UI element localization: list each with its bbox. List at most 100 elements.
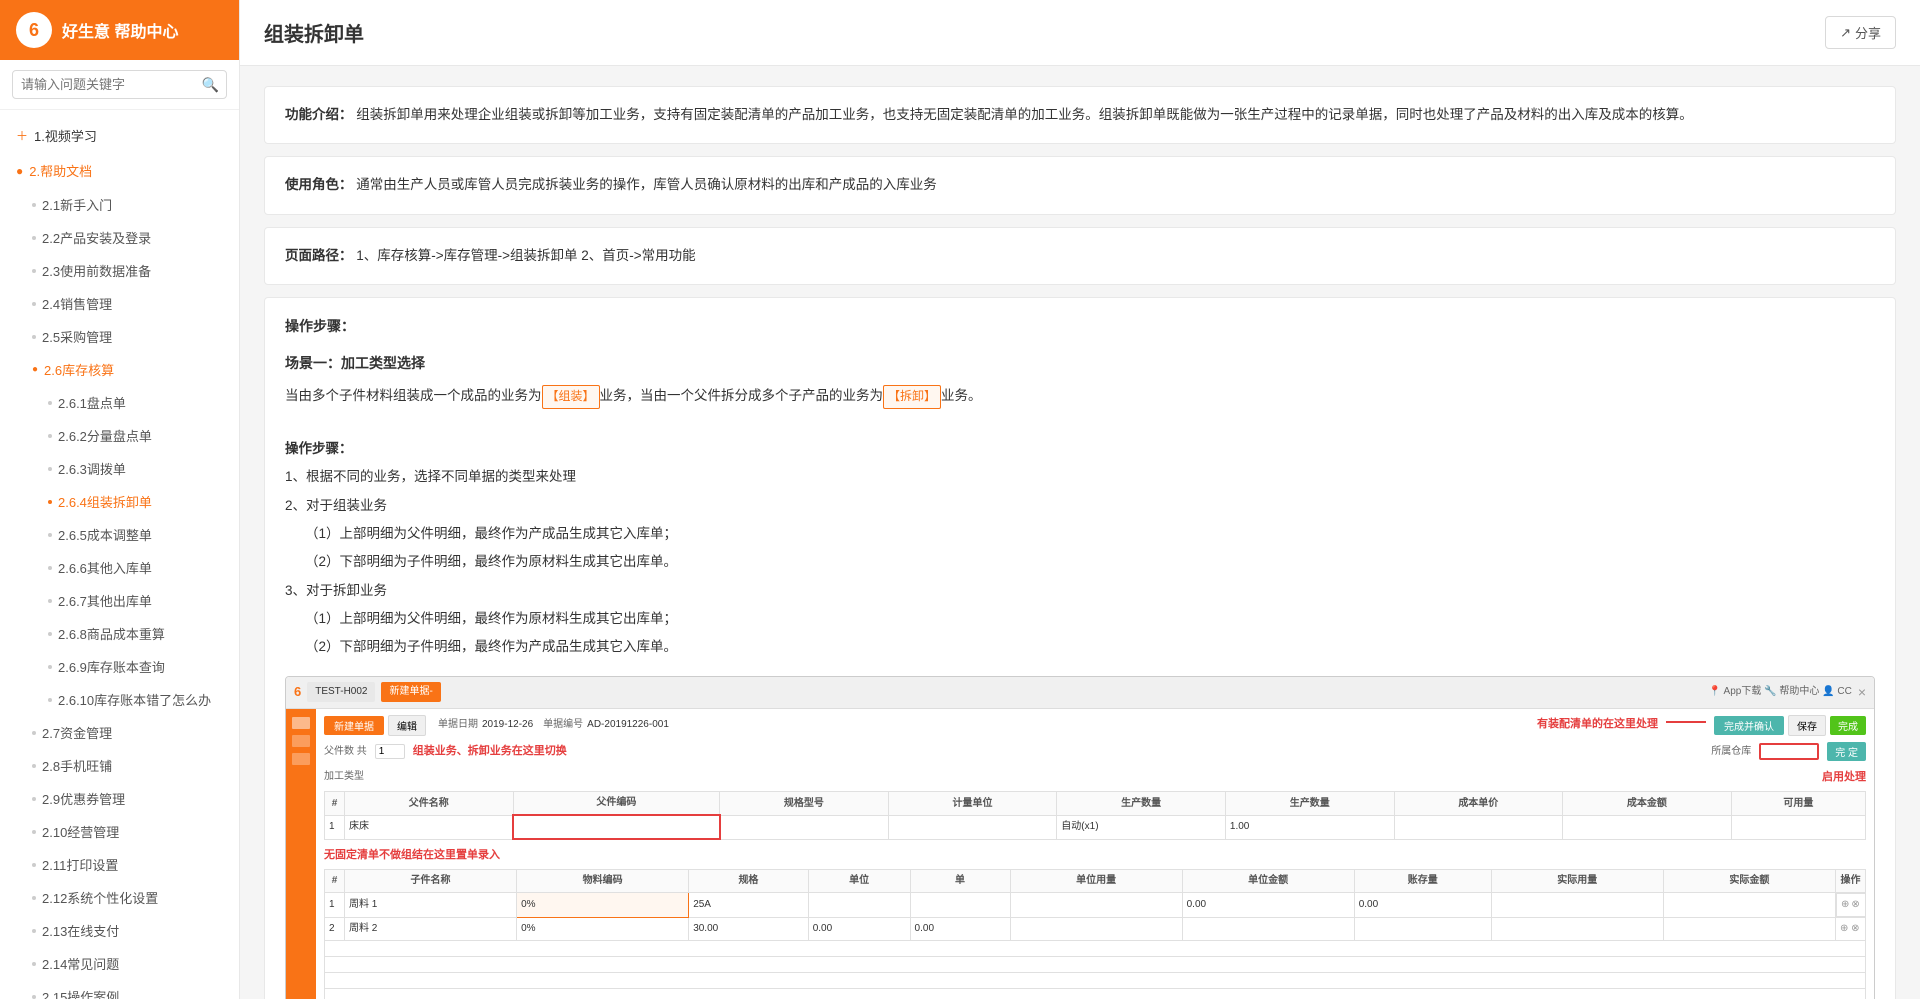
nav-sub-label-2-12: 2.12系统个性化设置	[42, 888, 158, 907]
sidebar-item-2-11[interactable]: 2.11打印设置	[0, 848, 239, 881]
sidebar-item-2-6[interactable]: ● 2.6库存核算	[0, 353, 239, 386]
mock-btn-complete[interactable]: 完成	[1830, 716, 1866, 735]
sidebar: 6 好生意 帮助中心 🔍 ＋ 1.视频学习 ● 2.帮助文档 2.1新手入门	[0, 0, 240, 999]
nav-item-video[interactable]: ＋ 1.视频学习	[0, 118, 239, 153]
nav-sub-label-2-11: 2.11打印设置	[42, 855, 118, 874]
sidebar-item-2-15[interactable]: 2.15操作案例	[0, 980, 239, 999]
sidebar-item-2-6-7[interactable]: 2.6.7其他出库单	[0, 584, 239, 617]
nav-label-2: 2.帮助文档	[29, 161, 92, 180]
nav-sub-label-2-9: 2.9优惠券管理	[42, 789, 125, 808]
sidebar-item-2-6-2[interactable]: 2.6.2分量盘点单	[0, 419, 239, 452]
mock-td2-2-6: 0.00	[910, 917, 1010, 940]
mock-btn-save[interactable]: 保存	[1788, 715, 1826, 736]
sidebar-item-2-9[interactable]: 2.9优惠券管理	[0, 782, 239, 815]
sidebar-item-2-2[interactable]: 2.2产品安装及登录	[0, 221, 239, 254]
sidebar-item-2-12[interactable]: 2.12系统个性化设置	[0, 881, 239, 914]
mock-btn-add[interactable]: 新建单据	[324, 716, 384, 735]
nav-sub-label-2-6-5: 2.6.5成本调整单	[58, 525, 152, 544]
path-label: 页面路径：	[285, 248, 353, 263]
logo-icon: 6	[16, 12, 52, 48]
sidebar-item-2-14[interactable]: 2.14常见问题	[0, 947, 239, 980]
nav-sub-label-2-4: 2.4销售管理	[42, 294, 112, 313]
dot-icon	[32, 995, 36, 999]
mock-th-avail: 可用量	[1731, 792, 1865, 816]
mock-copy-icon[interactable]: ⊕	[1841, 896, 1849, 914]
sidebar-item-2-1[interactable]: 2.1新手入门	[0, 188, 239, 221]
nav-sub-label-2-2: 2.2产品安装及登录	[42, 228, 151, 247]
search-input[interactable]	[12, 70, 227, 99]
mock-nav-icon-3	[292, 753, 310, 765]
sidebar-item-2-8[interactable]: 2.8手机旺铺	[0, 749, 239, 782]
nav-sub-label-2-13: 2.13在线支付	[42, 921, 119, 940]
sidebar-item-2-5[interactable]: 2.5采购管理	[0, 320, 239, 353]
nav-sub-label-2-6-7: 2.6.7其他出库单	[58, 591, 152, 610]
mock-th2-code: 物料编码	[517, 869, 689, 892]
sidebar-item-2-3[interactable]: 2.3使用前数据准备	[0, 254, 239, 287]
share-button[interactable]: ↗ 分享	[1825, 16, 1896, 49]
role-label: 使用角色：	[285, 177, 353, 192]
mock-table2-row4	[325, 956, 1866, 972]
share-icon: ↗	[1840, 25, 1851, 41]
sidebar-item-2-4[interactable]: 2.4销售管理	[0, 287, 239, 320]
nav-sub-label-2-6-9: 2.6.9库存账本查询	[58, 657, 165, 676]
mock-th-spec: 规格型号	[720, 792, 889, 816]
mock-btn-edit[interactable]: 编辑	[388, 715, 426, 736]
mock-warehouse-input[interactable]	[1759, 743, 1819, 760]
sidebar-item-2-6-10[interactable]: 2.6.10库存账本错了怎么办	[0, 683, 239, 716]
mock-td2-2-4: 30.00	[689, 917, 809, 940]
sidebar-item-2-7[interactable]: 2.7资金管理	[0, 716, 239, 749]
mock-table2: # 子件名称 物料编码 规格 单位 单 单位用量 单位金额	[324, 869, 1866, 999]
mock-del-icon[interactable]: ⊗	[1851, 896, 1859, 914]
main-content: 功能介绍： 组装拆卸单用来处理企业组装或拆卸等加工业务，支持有固定装配清单的产品…	[240, 66, 1920, 999]
mock-th2-u1: 单	[910, 869, 1010, 892]
mock-td2-2-11	[1663, 917, 1835, 940]
mock-type-label: 加工类型	[324, 768, 364, 788]
mock-th2-num: #	[325, 869, 345, 892]
nav-sub-label-2-6-1: 2.6.1盘点单	[58, 393, 126, 412]
dot-icon	[48, 533, 52, 537]
mock-td2-2-9	[1354, 917, 1491, 940]
dot-icon	[48, 401, 52, 405]
step2-2: （2）下部明细为子件明细，最终作为原材料生成其它出库单。	[285, 550, 1875, 574]
sidebar-item-2-13[interactable]: 2.13在线支付	[0, 914, 239, 947]
mock-th-name: 父件名称	[345, 792, 514, 816]
annotation-wrap: 无固定清单不做组结在这里置单录入	[324, 842, 1866, 866]
dot-icon-active	[48, 500, 52, 504]
sidebar-item-2-10[interactable]: 2.10经营管理	[0, 815, 239, 848]
mock-td2-1-5	[808, 892, 910, 917]
mock-warehouse-label: 所属仓库	[1711, 743, 1751, 761]
sidebar-item-2-6-1[interactable]: 2.6.1盘点单	[0, 386, 239, 419]
mock-btn-confirm[interactable]: 完成并确认	[1714, 716, 1784, 735]
sidebar-item-2-6-4[interactable]: 2.6.4组装拆卸单	[0, 485, 239, 518]
mock-input-code[interactable]	[518, 821, 568, 832]
mock-td2-1-9: 0.00	[1354, 892, 1491, 917]
dot-icon	[48, 566, 52, 570]
mock-count-input[interactable]	[375, 744, 405, 759]
sidebar-item-2-6-8[interactable]: 2.6.8商品成本重算	[0, 617, 239, 650]
sidebar-item-2-6-6[interactable]: 2.6.6其他入库单	[0, 551, 239, 584]
mock-app-window: 6 TEST-H002 新建单据- 📍 App下载 🔧 帮助中心 👤 CC ×	[286, 677, 1874, 999]
sidebar-item-2-6-3[interactable]: 2.6.3调拨单	[0, 452, 239, 485]
mock-td-1-9	[1563, 815, 1732, 839]
func-intro-text: 组装拆卸单用来处理企业组装或拆卸等加工业务，支持有固定装配清单的产品加工业务，也…	[356, 107, 1693, 122]
mock-table2-row5	[325, 972, 1866, 988]
mock-th2-actual-amt: 实际金额	[1663, 869, 1835, 892]
sidebar-item-2-6-9[interactable]: 2.6.9库存账本查询	[0, 650, 239, 683]
mock-copy-icon-2[interactable]: ⊕	[1840, 923, 1848, 934]
search-icon: 🔍	[202, 76, 219, 93]
mock-td2-1-6	[910, 892, 1010, 917]
mock-td2-2-5: 0.00	[808, 917, 910, 940]
mock-th-unit: 计量单位	[888, 792, 1057, 816]
scenario1-title: 场景一：加工类型选择	[285, 351, 1875, 376]
mock-td2-1-8: 0.00	[1182, 892, 1354, 917]
nav-item-docs[interactable]: ● 2.帮助文档 2.1新手入门 2.2产品安装及登录 2.3使用前数据准备	[0, 153, 239, 999]
mock-del-icon-2[interactable]: ⊗	[1851, 923, 1859, 934]
mock-left-nav	[286, 709, 316, 999]
mock-btn-ok[interactable]: 完 定	[1827, 742, 1866, 761]
sidebar-item-2-6-5[interactable]: 2.6.5成本调整单	[0, 518, 239, 551]
dot-icon	[32, 335, 36, 339]
mock-logo: 6	[294, 680, 301, 703]
step2-1: （1）上部明细为父件明细，最终作为产成品生成其它入库单；	[285, 522, 1875, 546]
mock-td2-1-2: 周料 1	[345, 892, 517, 917]
dot-icon	[32, 863, 36, 867]
